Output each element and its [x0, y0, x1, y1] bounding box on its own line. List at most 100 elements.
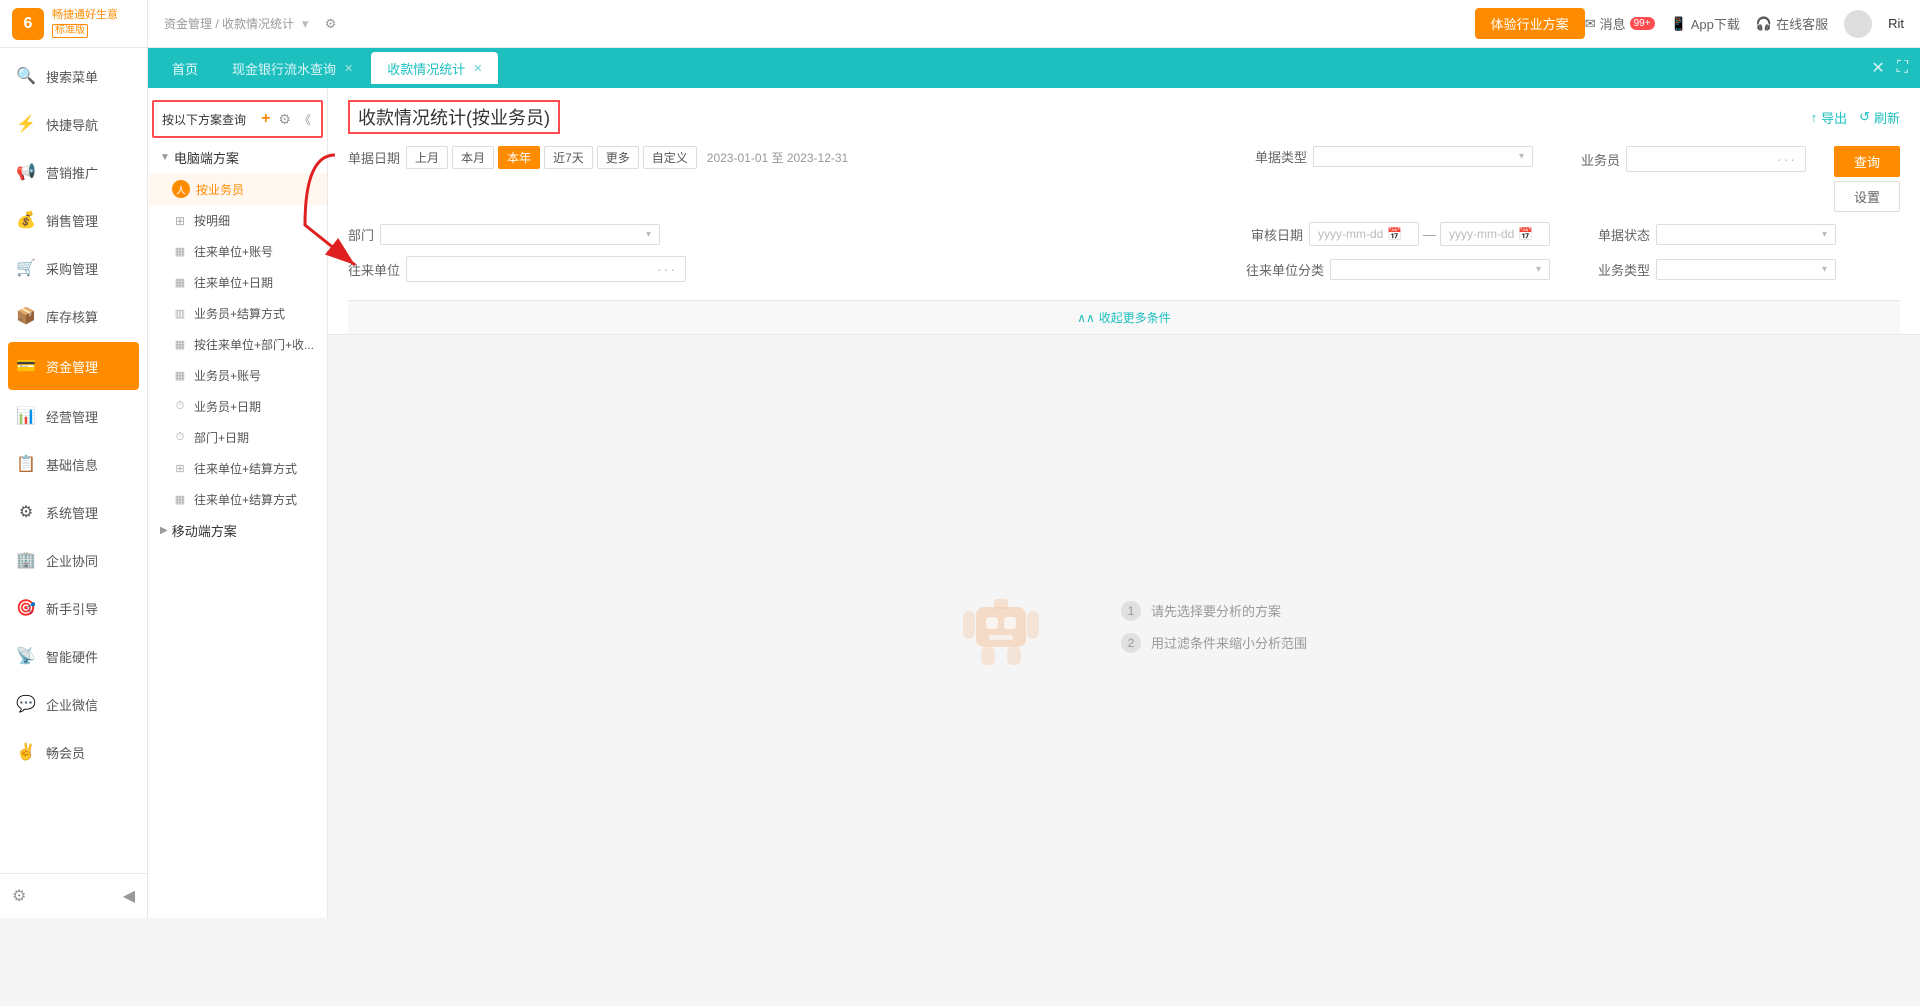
desktop-section-header[interactable]: ▼ 电脑端方案 [148, 142, 327, 173]
refresh-label: 刷新 [1874, 108, 1900, 127]
enterprise-icon: 🏢 [16, 550, 36, 570]
sidebar-item-label: 快捷导航 [46, 115, 98, 134]
sidebar-item-guide[interactable]: 🎯 新手引导 [0, 584, 147, 632]
empty-step-2: 2 用过滤条件来缩小分析范围 [1121, 633, 1307, 653]
date-btn-this-month[interactable]: 本月 [452, 146, 494, 169]
scheme-salesperson-account[interactable]: ▦ 业务员+账号 [148, 360, 327, 391]
trial-button[interactable]: 体验行业方案 [1475, 8, 1585, 39]
sidebar-settings-icon[interactable]: ⚙ [8, 882, 30, 910]
sidebar-item-smart-hw[interactable]: 📡 智能硬件 [0, 632, 147, 680]
salesperson-select[interactable]: ··· [1626, 146, 1806, 172]
user-avatar[interactable] [1844, 10, 1872, 38]
sidebar-item-vip[interactable]: ✌ 畅会员 [0, 728, 147, 776]
sidebar-collapse-icon[interactable]: ◀ [119, 882, 139, 910]
messages-label: 消息 [1600, 14, 1626, 33]
dept-select[interactable]: ▾ [380, 224, 660, 245]
partner-filter: 往来单位 ··· [348, 256, 686, 282]
app-download-btn[interactable]: 📱 App下载 [1671, 14, 1740, 33]
date-btn-last-month[interactable]: 上月 [406, 146, 448, 169]
scheme-label: 往来单位+结算方式 [194, 460, 297, 477]
sidebar-item-system[interactable]: ⚙ 系统管理 [0, 488, 147, 536]
doc-status-arrow-icon: ▾ [1822, 229, 1827, 240]
quick-nav-icon: ⚡ [16, 114, 36, 134]
salesperson-filter: 业务员 ··· [1581, 146, 1806, 172]
online-service-label: 在线客服 [1776, 14, 1828, 33]
online-service-btn[interactable]: 🎧 在线客服 [1756, 14, 1828, 33]
sidebar-item-sales[interactable]: 💰 销售管理 [0, 196, 147, 244]
date-btn-7days[interactable]: 近7天 [544, 146, 593, 169]
mobile-section: ▶ 移动端方案 [148, 515, 327, 546]
scheme-label: 按往来单位+部门+收... [194, 336, 314, 353]
salesperson-dots-icon: ··· [1777, 151, 1797, 167]
biz-type-select[interactable]: ▾ [1656, 259, 1836, 280]
app-download-label: App下载 [1691, 14, 1740, 33]
scheme-salesperson-date[interactable]: ⏱ 业务员+日期 [148, 391, 327, 422]
sidebar-item-search[interactable]: 🔍 搜索菜单 [0, 52, 147, 100]
nav-separator: ▾ [302, 16, 309, 32]
sidebar-item-purchase[interactable]: 🛒 采购管理 [0, 244, 147, 292]
tab-collection-stats[interactable]: 收款情况统计 ✕ [371, 52, 498, 84]
tab-bank-flow[interactable]: 现金银行流水查询 ✕ [216, 52, 369, 84]
date-btn-more[interactable]: 更多 [597, 146, 639, 169]
add-scheme-icon[interactable]: + [259, 108, 272, 130]
scheme-by-detail[interactable]: ⊞ 按明细 [148, 205, 327, 236]
basic-info-icon: 📋 [16, 454, 36, 474]
doc-status-select[interactable]: ▾ [1656, 224, 1836, 245]
grid-icon: ⊞ [172, 461, 188, 477]
tab-home[interactable]: 首页 [156, 52, 214, 84]
scheme-label: 部门+日期 [194, 429, 249, 446]
settings-icon[interactable]: ⚙ [317, 10, 345, 38]
panel-collapse-icon[interactable]: 《 [297, 109, 313, 130]
date-btn-custom[interactable]: 自定义 [643, 146, 697, 169]
dept-label: 部门 [348, 225, 374, 244]
export-btn[interactable]: ↑ 导出 [1811, 108, 1848, 127]
tab-close-collection-stats[interactable]: ✕ [473, 62, 482, 75]
desktop-arrow-icon: ▼ [160, 152, 170, 163]
sidebar-item-basic-info[interactable]: 📋 基础信息 [0, 440, 147, 488]
partner-category-select[interactable]: ▾ [1330, 259, 1550, 280]
scheme-partner-date[interactable]: ▦ 往来单位+日期 [148, 267, 327, 298]
tab-fullscreen-icon[interactable]: ⛶ [1893, 55, 1912, 81]
sidebar-item-business[interactable]: 📊 经营管理 [0, 392, 147, 440]
date-btn-this-year[interactable]: 本年 [498, 146, 540, 169]
scheme-salesperson-settlement[interactable]: ▥ 业务员+结算方式 [148, 298, 327, 329]
scheme-partner-settlement2[interactable]: ▦ 往来单位+结算方式 [148, 484, 327, 515]
sidebar-item-wechat[interactable]: 💬 企业微信 [0, 680, 147, 728]
scheme-partner-settlement1[interactable]: ⊞ 往来单位+结算方式 [148, 453, 327, 484]
sidebar-item-label: 采购管理 [46, 259, 98, 278]
tab-close-all-icon[interactable]: ✕ [1867, 54, 1888, 82]
sidebar-item-marketing[interactable]: 📢 营销推广 [0, 148, 147, 196]
sidebar-item-label: 系统管理 [46, 503, 98, 522]
partner-select[interactable]: ··· [406, 256, 686, 282]
tab-close-bank-flow[interactable]: ✕ [344, 62, 353, 75]
scheme-by-salesperson[interactable]: 人 按业务员 [148, 173, 327, 205]
review-date-from-input[interactable]: yyyy-mm-dd 📅 [1309, 222, 1419, 246]
biz-type-label: 业务类型 [1598, 260, 1650, 279]
review-date-to-input[interactable]: yyyy-mm-dd 📅 [1440, 222, 1550, 246]
doc-type-arrow-icon: ▾ [1519, 151, 1524, 162]
refresh-btn[interactable]: ↺ 刷新 [1859, 108, 1900, 127]
doc-type-select[interactable]: ▾ [1313, 146, 1533, 167]
sidebar-item-inventory[interactable]: 📦 库存核算 [0, 292, 147, 340]
sidebar-item-enterprise[interactable]: 🏢 企业协同 [0, 536, 147, 584]
messages-btn[interactable]: ✉ 消息 99+ [1585, 14, 1655, 33]
sidebar-item-finance[interactable]: 💳 资金管理 [8, 342, 139, 390]
scheme-label: 往来单位+结算方式 [194, 491, 297, 508]
scheme-dept-date[interactable]: ⏱ 部门+日期 [148, 422, 327, 453]
scheme-partner-account[interactable]: ▦ 往来单位+账号 [148, 236, 327, 267]
settings-button[interactable]: 设置 [1834, 181, 1900, 212]
scheme-label: 业务员+日期 [194, 398, 261, 415]
content-body: 1 请先选择要分析的方案 2 用过滤条件来缩小分析范围 [328, 335, 1920, 918]
collapse-bar[interactable]: ∧∧ 收起更多条件 [348, 300, 1900, 334]
scheme-label: 按业务员 [196, 181, 244, 198]
empty-step-1: 1 请先选择要分析的方案 [1121, 601, 1307, 621]
user-name[interactable]: Rit [1888, 16, 1904, 31]
query-button[interactable]: 查询 [1834, 146, 1900, 177]
empty-steps: 1 请先选择要分析的方案 2 用过滤条件来缩小分析范围 [1121, 601, 1307, 653]
sidebar-item-quick-nav[interactable]: ⚡ 快捷导航 [0, 100, 147, 148]
mobile-section-header[interactable]: ▶ 移动端方案 [148, 515, 327, 546]
sidebar-item-label: 销售管理 [46, 211, 98, 230]
scheme-settings-icon[interactable]: ⚙ [276, 109, 293, 130]
inventory-icon: 📦 [16, 306, 36, 326]
scheme-partner-dept-collection[interactable]: ▦ 按往来单位+部门+收... [148, 329, 327, 360]
